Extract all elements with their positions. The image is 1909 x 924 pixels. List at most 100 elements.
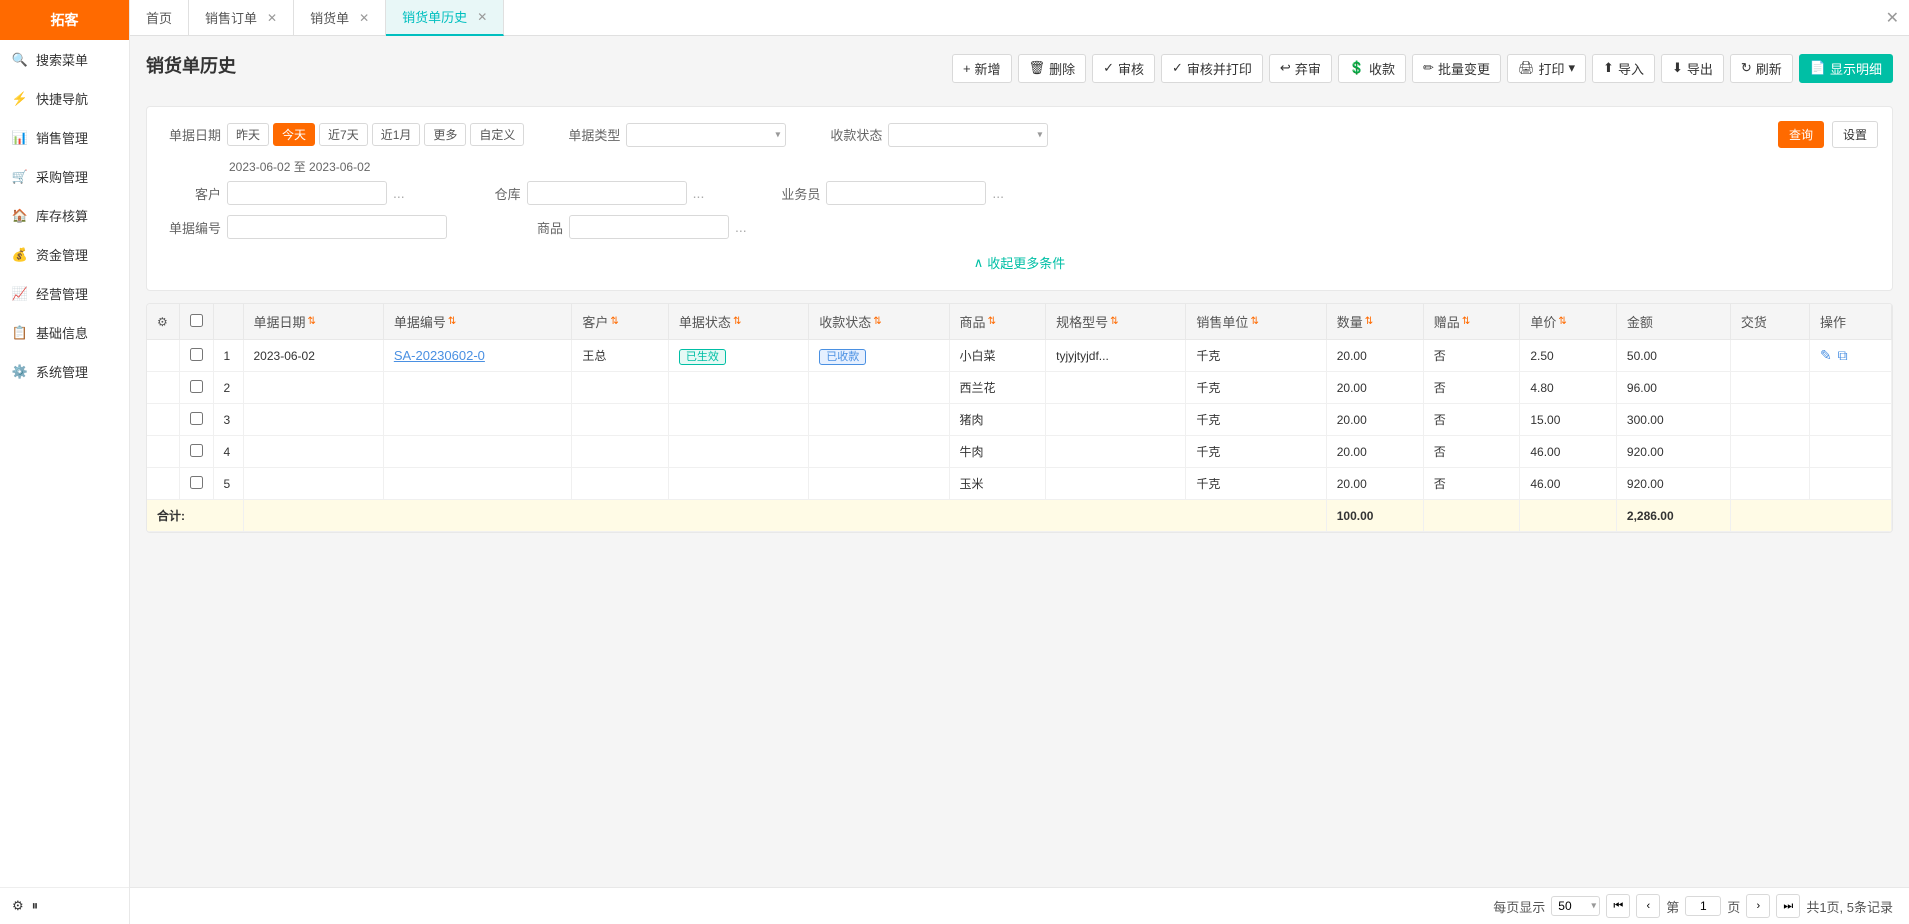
row-checkbox-input[interactable] xyxy=(190,476,203,489)
last-page-btn[interactable]: ⏭ xyxy=(1776,894,1800,918)
doc-no-input[interactable] xyxy=(227,215,447,239)
row-sales-unit: 千克 xyxy=(1186,404,1326,436)
salesperson-filter: 业务员 ... xyxy=(760,181,1004,205)
next-page-btn[interactable]: › xyxy=(1746,894,1770,918)
row-doc-status xyxy=(668,468,808,500)
th-gift[interactable]: 赠品⇅ xyxy=(1423,304,1520,340)
tab-sales-order[interactable]: 销售订单 ✕ xyxy=(189,0,294,36)
quick-nav-icon: ⚡ xyxy=(12,91,28,107)
batch-change-button[interactable]: ✏ 批量变更 xyxy=(1412,54,1501,83)
row-checkbox-input[interactable] xyxy=(190,348,203,361)
date-btn-yesterday[interactable]: 昨天 xyxy=(227,123,269,146)
row-checkbox[interactable] xyxy=(179,436,213,468)
doc-type-select-wrap xyxy=(626,123,786,147)
date-btn-custom[interactable]: 自定义 xyxy=(470,123,524,146)
page-size-select[interactable]: 50 100 xyxy=(1551,896,1600,916)
sidebar-item-operations[interactable]: 📈 经营管理 xyxy=(0,274,129,313)
table-footer: 每页显示 50 100 ⏮ ‹ 第 页 › ⏭ 共1页, 5条记录 xyxy=(130,887,1909,924)
sidebar-item-system-mgmt[interactable]: ⚙️ 系统管理 xyxy=(0,352,129,391)
row-checkbox-input[interactable] xyxy=(190,444,203,457)
row-checkbox-input[interactable] xyxy=(190,412,203,425)
th-collect-status[interactable]: 收款状态⇅ xyxy=(809,304,949,340)
row-checkbox-input[interactable] xyxy=(190,380,203,393)
tab-sales-history[interactable]: 销货单历史 ✕ xyxy=(386,0,504,36)
abandon-button[interactable]: ↩ 弃审 xyxy=(1269,54,1332,83)
date-btn-1month[interactable]: 近1月 xyxy=(372,123,421,146)
page-title: 销货单历史 xyxy=(146,52,236,78)
settings-button[interactable]: 设置 xyxy=(1832,121,1878,148)
date-btn-more[interactable]: 更多 xyxy=(424,123,466,146)
tab-sales-history-close[interactable]: ✕ xyxy=(477,10,487,24)
add-button[interactable]: + 新增 xyxy=(952,54,1012,83)
export-button[interactable]: ⬇ 导出 xyxy=(1661,54,1724,83)
date-btn-today[interactable]: 今天 xyxy=(273,123,315,146)
doc-no-link[interactable]: SA-20230602-0 xyxy=(394,348,485,363)
sidebar-item-sales-mgmt[interactable]: 📊 销售管理 xyxy=(0,118,129,157)
row-checkbox[interactable] xyxy=(179,340,213,372)
customer-input[interactable] xyxy=(227,181,387,205)
sidebar-settings-icon[interactable]: ⚙ ⏸ xyxy=(0,888,129,924)
row-checkbox[interactable] xyxy=(179,372,213,404)
row-doc-date xyxy=(243,404,383,436)
import-button[interactable]: ⬆ 导入 xyxy=(1592,54,1655,83)
sidebar-item-finance[interactable]: 💰 资金管理 xyxy=(0,235,129,274)
tab-sales-goods[interactable]: 销货单 ✕ xyxy=(294,0,386,36)
salesperson-input[interactable] xyxy=(826,181,986,205)
row-unit-price: 4.80 xyxy=(1520,372,1617,404)
collect-button[interactable]: 💲 收款 xyxy=(1338,54,1406,83)
th-unit-price[interactable]: 单价⇅ xyxy=(1520,304,1617,340)
prev-page-btn[interactable]: ‹ xyxy=(1636,894,1660,918)
gift-header: 赠品 xyxy=(1434,312,1460,331)
row-checkbox[interactable] xyxy=(179,404,213,436)
th-goods[interactable]: 商品⇅ xyxy=(949,304,1046,340)
page-number-input[interactable] xyxy=(1685,896,1721,916)
collect-status-select[interactable] xyxy=(888,123,1048,147)
window-close-btn[interactable]: ✕ xyxy=(1876,8,1909,28)
th-doc-date[interactable]: 单据日期⇅ xyxy=(243,304,383,340)
warehouse-input[interactable] xyxy=(527,181,687,205)
th-checkbox[interactable] xyxy=(179,304,213,340)
sidebar-item-inventory[interactable]: 🏠 库存核算 xyxy=(0,196,129,235)
print-button[interactable]: 🖨 打印 ▾ xyxy=(1507,54,1586,83)
refresh-button[interactable]: ↻ 刷新 xyxy=(1730,54,1793,83)
first-page-btn[interactable]: ⏮ xyxy=(1606,894,1630,918)
collapse-button[interactable]: ∧ 收起更多条件 xyxy=(974,249,1066,276)
goods-input[interactable] xyxy=(569,215,729,239)
row-spec-model: tyjyjtyjdf... xyxy=(1046,340,1186,372)
sidebar-item-base-info-label: 基础信息 xyxy=(36,323,88,342)
row-checkbox[interactable] xyxy=(179,468,213,500)
th-gear[interactable]: ⚙ xyxy=(147,304,179,340)
th-spec-model[interactable]: 规格型号⇅ xyxy=(1046,304,1186,340)
select-all-checkbox[interactable] xyxy=(190,314,203,327)
th-sales-unit[interactable]: 销售单位⇅ xyxy=(1186,304,1326,340)
copy-action-icon[interactable]: ⧉ xyxy=(1838,347,1848,364)
goods-dots[interactable]: ... xyxy=(735,219,747,235)
customer-dots[interactable]: ... xyxy=(393,185,405,201)
th-customer[interactable]: 客户⇅ xyxy=(572,304,669,340)
collect-status-label: 收款状态 xyxy=(822,125,882,144)
sidebar-item-base-info[interactable]: 📋 基础信息 xyxy=(0,313,129,352)
print-icon: 🖨 xyxy=(1518,60,1535,76)
sidebar-item-quick-nav[interactable]: ⚡ 快捷导航 xyxy=(0,79,129,118)
doc-type-select[interactable] xyxy=(626,123,786,147)
th-quantity[interactable]: 数量⇅ xyxy=(1326,304,1423,340)
date-btn-7days[interactable]: 近7天 xyxy=(319,123,368,146)
th-doc-status[interactable]: 单据状态⇅ xyxy=(668,304,808,340)
warehouse-dots[interactable]: ... xyxy=(693,185,705,201)
show-details-button[interactable]: 📄 显示明细 xyxy=(1799,54,1893,83)
audit-button[interactable]: ✓ 审核 xyxy=(1092,54,1155,83)
query-button[interactable]: 查询 xyxy=(1778,121,1824,148)
sidebar-item-search-menu[interactable]: 🔍 搜索菜单 xyxy=(0,40,129,79)
delete-button[interactable]: 🗑 删除 xyxy=(1018,54,1087,83)
unit-price-header: 单价 xyxy=(1530,312,1556,331)
row-collect-status xyxy=(809,404,949,436)
tab-sales-order-close[interactable]: ✕ xyxy=(267,11,277,25)
goods-header: 商品 xyxy=(960,312,986,331)
sidebar-item-purchase-mgmt[interactable]: 🛒 采购管理 xyxy=(0,157,129,196)
edit-action-icon[interactable]: ✎ xyxy=(1820,347,1832,364)
th-doc-no[interactable]: 单据编号⇅ xyxy=(383,304,572,340)
tab-sales-goods-close[interactable]: ✕ xyxy=(359,11,369,25)
salesperson-dots[interactable]: ... xyxy=(992,185,1004,201)
audit-print-button[interactable]: ✓ 审核并打印 xyxy=(1161,54,1263,83)
tab-home[interactable]: 首页 xyxy=(130,0,189,36)
